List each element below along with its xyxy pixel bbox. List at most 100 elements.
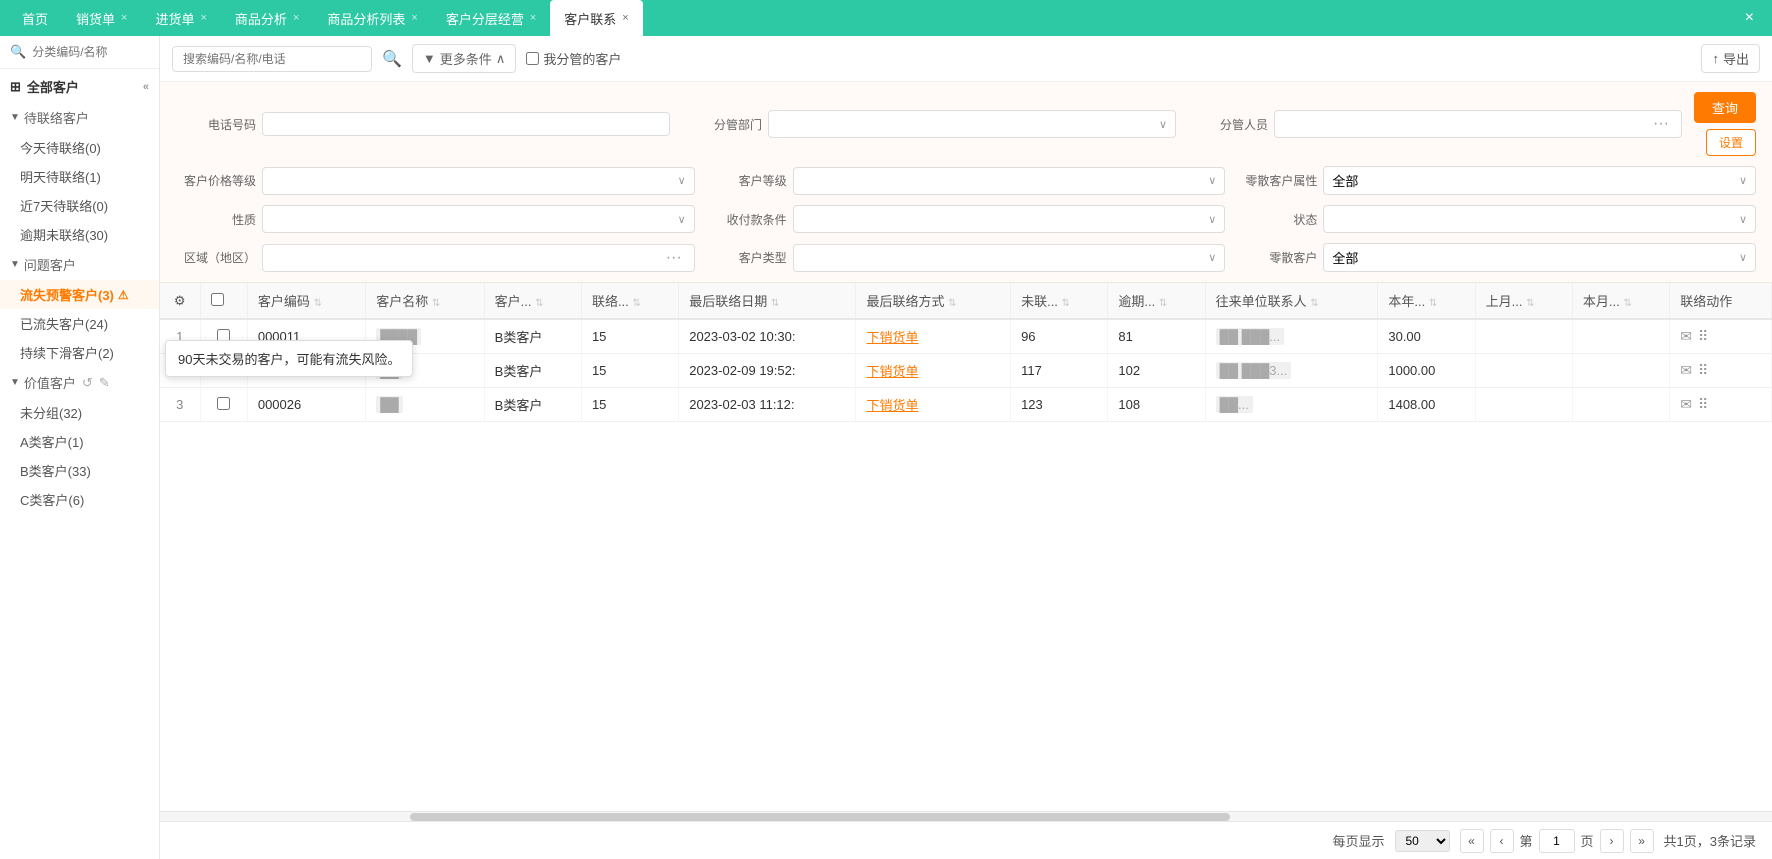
tab-analysis-list[interactable]: 商品分析列表 ×	[313, 0, 431, 36]
close-tab-customer-tier[interactable]: ×	[530, 12, 536, 24]
first-page-btn[interactable]: «	[1460, 829, 1484, 853]
th-contact[interactable]: 联络... ⇅	[581, 283, 678, 319]
select-region[interactable]: ···	[262, 244, 695, 272]
sidebar-item-class-a[interactable]: A类客户(1)	[0, 427, 159, 456]
select-nature[interactable]: ∨	[262, 205, 695, 233]
horizontal-scrollbar[interactable]	[160, 811, 1772, 821]
close-all-btn[interactable]: ×	[1735, 9, 1764, 27]
sidebar-search-icon: 🔍	[10, 44, 26, 60]
select-price-tier[interactable]: ∨	[262, 167, 695, 195]
cell-last-method[interactable]: 下销货单	[856, 319, 1011, 354]
sort-code: ⇅	[313, 298, 321, 309]
th-this-month[interactable]: 本月... ⇅	[1572, 283, 1669, 319]
sidebar-item-today[interactable]: 今天待联络(0)	[0, 133, 159, 162]
select-payment[interactable]: ∨	[793, 205, 1226, 233]
search-input[interactable]	[172, 46, 372, 72]
scrollbar-thumb[interactable]	[410, 813, 1230, 821]
action-more-icon[interactable]: ⠿	[1698, 362, 1708, 379]
settings-button[interactable]: 设置	[1706, 129, 1756, 156]
sidebar-item-churned[interactable]: 已流失客户(24)	[0, 309, 159, 338]
section-pending-contact[interactable]: ▼ 待联络客户	[0, 102, 159, 133]
refresh-icon[interactable]: ↺	[82, 375, 93, 391]
close-tab-sales[interactable]: ×	[121, 12, 127, 24]
label-dept: 分管部门	[682, 116, 762, 133]
th-this-year[interactable]: 本年... ⇅	[1378, 283, 1475, 319]
th-type[interactable]: 客户... ⇅	[484, 283, 581, 319]
last-page-btn[interactable]: »	[1630, 829, 1654, 853]
th-last-month[interactable]: 上月... ⇅	[1475, 283, 1572, 319]
export-button[interactable]: ↑ 导出	[1701, 44, 1760, 73]
top-nav: 首页 销货单 × 进货单 × 商品分析 × 商品分析列表 × 客户分层经营 × …	[0, 0, 1772, 36]
th-settings[interactable]: ⚙	[160, 283, 200, 319]
th-last-contact-method[interactable]: 最后联络方式 ⇅	[856, 283, 1011, 319]
select-customer-tier[interactable]: ∨	[793, 167, 1226, 195]
select-manager[interactable]: ···	[1274, 110, 1682, 138]
th-last-contact-date[interactable]: 最后联络日期 ⇅	[679, 283, 856, 319]
th-uncontact[interactable]: 未联... ⇅	[1011, 283, 1108, 319]
close-tab-analysis-list[interactable]: ×	[411, 12, 417, 24]
sidebar-item-class-b[interactable]: B类客户(33)	[0, 456, 159, 485]
th-code[interactable]: 客户编码 ⇅	[247, 283, 365, 319]
action-contact-icon[interactable]: ✉	[1680, 396, 1692, 413]
search-button[interactable]: 🔍	[382, 49, 402, 69]
region-dots[interactable]: ···	[662, 249, 686, 267]
th-unit-contact[interactable]: 往来单位联系人 ⇅	[1205, 283, 1378, 319]
prev-page-btn[interactable]: ‹	[1490, 829, 1514, 853]
tab-purchase[interactable]: 进货单 ×	[141, 0, 220, 36]
my-customers-checkbox-label[interactable]: 我分管的客户	[526, 49, 621, 68]
select-retail-customer[interactable]: 全部 ∨	[1323, 243, 1756, 272]
per-page-select[interactable]: 50 100 200	[1395, 830, 1450, 852]
tab-analysis[interactable]: 商品分析 ×	[221, 0, 313, 36]
tab-customer-contact[interactable]: 客户联系 ×	[550, 0, 642, 36]
my-customers-checkbox[interactable]	[526, 52, 539, 65]
next-page-btn[interactable]: ›	[1600, 829, 1624, 853]
select-status[interactable]: ∨	[1323, 205, 1756, 233]
select-all-checkbox[interactable]	[211, 293, 224, 306]
row-checkbox-2[interactable]	[217, 397, 230, 410]
cell-last-method[interactable]: 下销货单	[856, 388, 1011, 422]
select-dept[interactable]: ∨	[768, 110, 1176, 138]
th-checkbox[interactable]	[200, 283, 247, 319]
query-button[interactable]: 查询	[1694, 92, 1756, 123]
sidebar-search-input[interactable]	[32, 45, 160, 59]
close-tab-customer-contact[interactable]: ×	[622, 12, 628, 24]
field-customer-tier: 客户等级 ∨	[707, 167, 1226, 195]
filter-icon: ▼	[423, 51, 436, 66]
filter-bar: 🔍 ▼ 更多条件 ∧ 我分管的客户 ↑ 导出	[160, 36, 1772, 82]
sidebar-item-7days[interactable]: 近7天待联络(0)	[0, 191, 159, 220]
th-name[interactable]: 客户名称 ⇅	[366, 283, 484, 319]
sidebar-item-tomorrow[interactable]: 明天待联络(1)	[0, 162, 159, 191]
cell-checkbox[interactable]	[200, 388, 247, 422]
th-overdue[interactable]: 逾期... ⇅	[1108, 283, 1205, 319]
edit-icon[interactable]: ✎	[99, 375, 110, 391]
action-contact-icon[interactable]: ✉	[1680, 328, 1692, 345]
cell-type: B类客户	[484, 388, 581, 422]
section-problem-customer[interactable]: ▼ 问题客户	[0, 249, 159, 280]
more-filter-btn[interactable]: ▼ 更多条件 ∧	[412, 44, 516, 73]
action-more-icon[interactable]: ⠿	[1698, 328, 1708, 345]
select-retail-attr[interactable]: 全部 ∨	[1323, 166, 1756, 195]
cell-last-method[interactable]: 下销货单	[856, 354, 1011, 388]
section-value-customer[interactable]: ▼ 价值客户 ↺ ✎	[0, 367, 159, 398]
close-tab-purchase[interactable]: ×	[200, 12, 206, 24]
all-customers-header[interactable]: ⊞ 全部客户 «	[0, 69, 159, 102]
action-more-icon[interactable]: ⠿	[1698, 396, 1708, 413]
close-tab-analysis[interactable]: ×	[293, 12, 299, 24]
sidebar-item-churn-warning[interactable]: 流失预警客户(3) ⚠	[0, 280, 159, 309]
tab-customer-tier[interactable]: 客户分层经营 ×	[432, 0, 550, 36]
input-phone[interactable]	[262, 112, 670, 136]
tab-sales[interactable]: 销货单 ×	[62, 0, 141, 36]
collapse-all-btn[interactable]: «	[143, 81, 149, 93]
nav-home[interactable]: 首页	[8, 9, 62, 28]
manager-dots[interactable]: ···	[1649, 115, 1673, 133]
field-manager: 分管人员 ···	[1188, 110, 1682, 138]
label-payment: 收付款条件	[707, 211, 787, 228]
sidebar-item-declining[interactable]: 持续下滑客户(2)	[0, 338, 159, 367]
sidebar-item-ungrouped[interactable]: 未分组(32)	[0, 398, 159, 427]
action-contact-icon[interactable]: ✉	[1680, 362, 1692, 379]
sidebar-item-class-c[interactable]: C类客户(6)	[0, 485, 159, 514]
sidebar-item-overdue[interactable]: 逾期未联络(30)	[0, 220, 159, 249]
select-customer-type[interactable]: ∨	[793, 244, 1226, 272]
page-input[interactable]	[1539, 829, 1575, 853]
adv-filter-panel: 电话号码 分管部门 ∨ 分管人员 ···	[160, 82, 1772, 283]
